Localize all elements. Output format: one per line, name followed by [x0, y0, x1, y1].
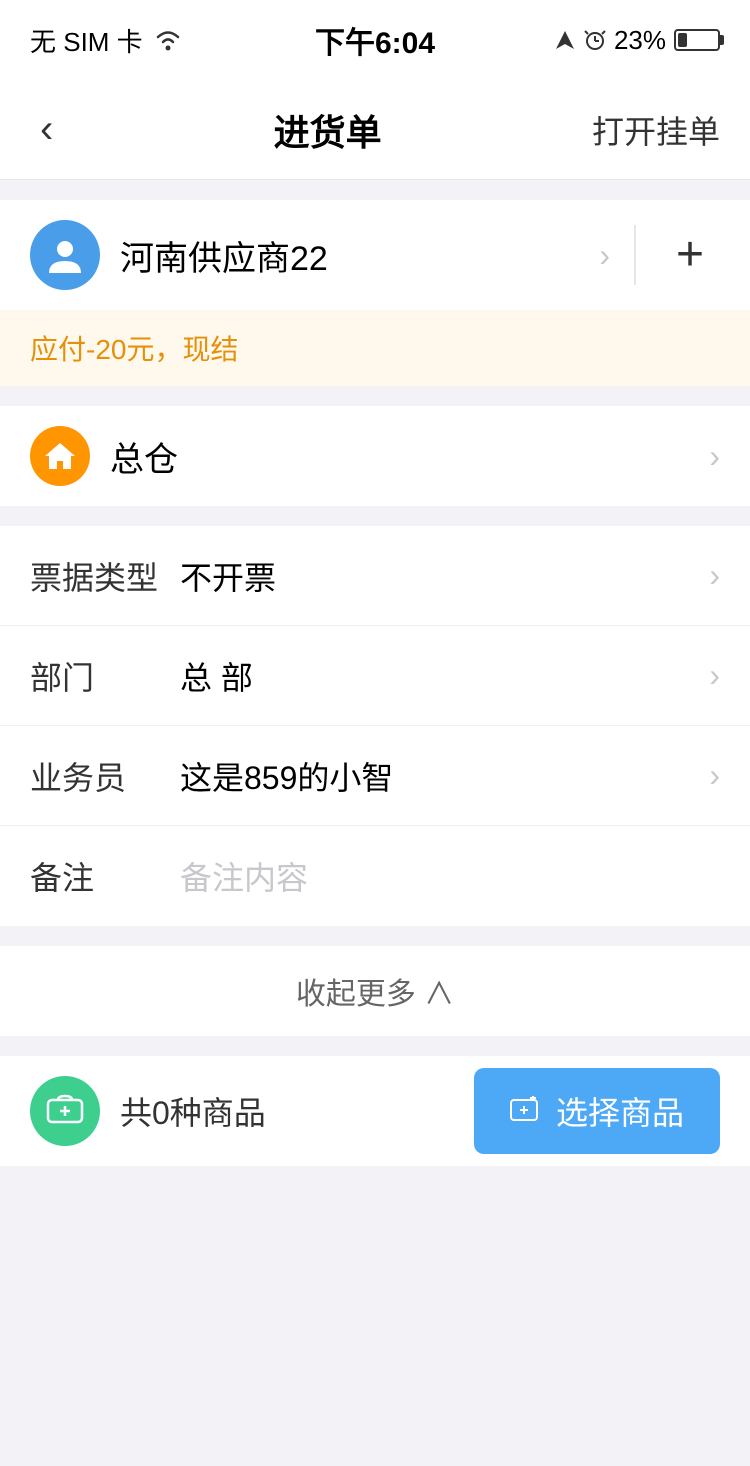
select-product-button[interactable]: 选择商品 [474, 1068, 720, 1154]
battery-icon [674, 29, 720, 51]
page-title: 进货单 [274, 104, 382, 156]
select-product-icon [510, 1096, 544, 1126]
supplier-section[interactable]: 河南供应商22 › + [0, 200, 750, 310]
battery-percent: 23% [614, 25, 666, 56]
open-pending-button[interactable]: 打开挂单 [592, 107, 720, 153]
form-section: 票据类型 不开票 › 部门 总 部 › 业务员 这是859的小智 › 备注 备注… [0, 526, 750, 926]
location-icon [554, 29, 576, 51]
cart-icon [46, 1094, 84, 1128]
status-left: 无 SIM 卡 [30, 22, 183, 59]
invoice-value: 不开票 [170, 553, 709, 599]
bottom-bar: 共0种商品 选择商品 [0, 1056, 750, 1166]
warehouse-section[interactable]: 总仓 › [0, 406, 750, 506]
carrier-text: 无 SIM 卡 [30, 22, 143, 59]
supplier-name: 河南供应商22 [120, 231, 599, 280]
supplier-avatar [30, 220, 100, 290]
notice-banner: 应付-20元，现结 [0, 310, 750, 386]
status-bar: 无 SIM 卡 下午6:04 23% [0, 0, 750, 80]
wifi-icon [153, 29, 183, 51]
notice-text: 应付-20元，现结 [30, 334, 238, 365]
collapse-label: 收起更多 ∧ [296, 969, 454, 1013]
person-icon [45, 235, 85, 275]
invoice-chevron-icon: › [709, 557, 720, 594]
warehouse-icon [30, 426, 90, 486]
invoice-row[interactable]: 票据类型 不开票 › [0, 526, 750, 626]
add-supplier-button[interactable]: + [660, 225, 720, 285]
home-icon [43, 441, 77, 471]
department-chevron-icon: › [709, 657, 720, 694]
page-rest [0, 1166, 750, 1466]
select-product-label: 选择商品 [556, 1088, 684, 1134]
collapse-row[interactable]: 收起更多 ∧ [0, 946, 750, 1036]
invoice-label: 票据类型 [30, 553, 170, 599]
plus-icon: + [676, 231, 704, 279]
back-button[interactable]: ‹ [30, 97, 63, 162]
status-right: 23% [554, 25, 720, 56]
salesman-row[interactable]: 业务员 这是859的小智 › [0, 726, 750, 826]
supplier-divider [634, 225, 636, 285]
status-time: 下午6:04 [315, 18, 435, 62]
remark-placeholder: 备注内容 [170, 853, 720, 899]
warehouse-chevron-icon: › [709, 438, 720, 475]
department-value: 总 部 [170, 653, 709, 699]
warehouse-name: 总仓 [110, 432, 709, 481]
product-icon [30, 1076, 100, 1146]
salesman-chevron-icon: › [709, 757, 720, 794]
nav-bar: ‹ 进货单 打开挂单 [0, 80, 750, 180]
salesman-value: 这是859的小智 [170, 753, 709, 799]
department-row[interactable]: 部门 总 部 › [0, 626, 750, 726]
remark-row[interactable]: 备注 备注内容 [0, 826, 750, 926]
section-gap-1 [0, 180, 750, 200]
alarm-icon [584, 29, 606, 51]
department-label: 部门 [30, 653, 170, 699]
salesman-label: 业务员 [30, 753, 170, 799]
supplier-chevron-icon: › [599, 237, 610, 274]
remark-label: 备注 [30, 853, 170, 899]
product-count: 共0种商品 [120, 1088, 474, 1134]
